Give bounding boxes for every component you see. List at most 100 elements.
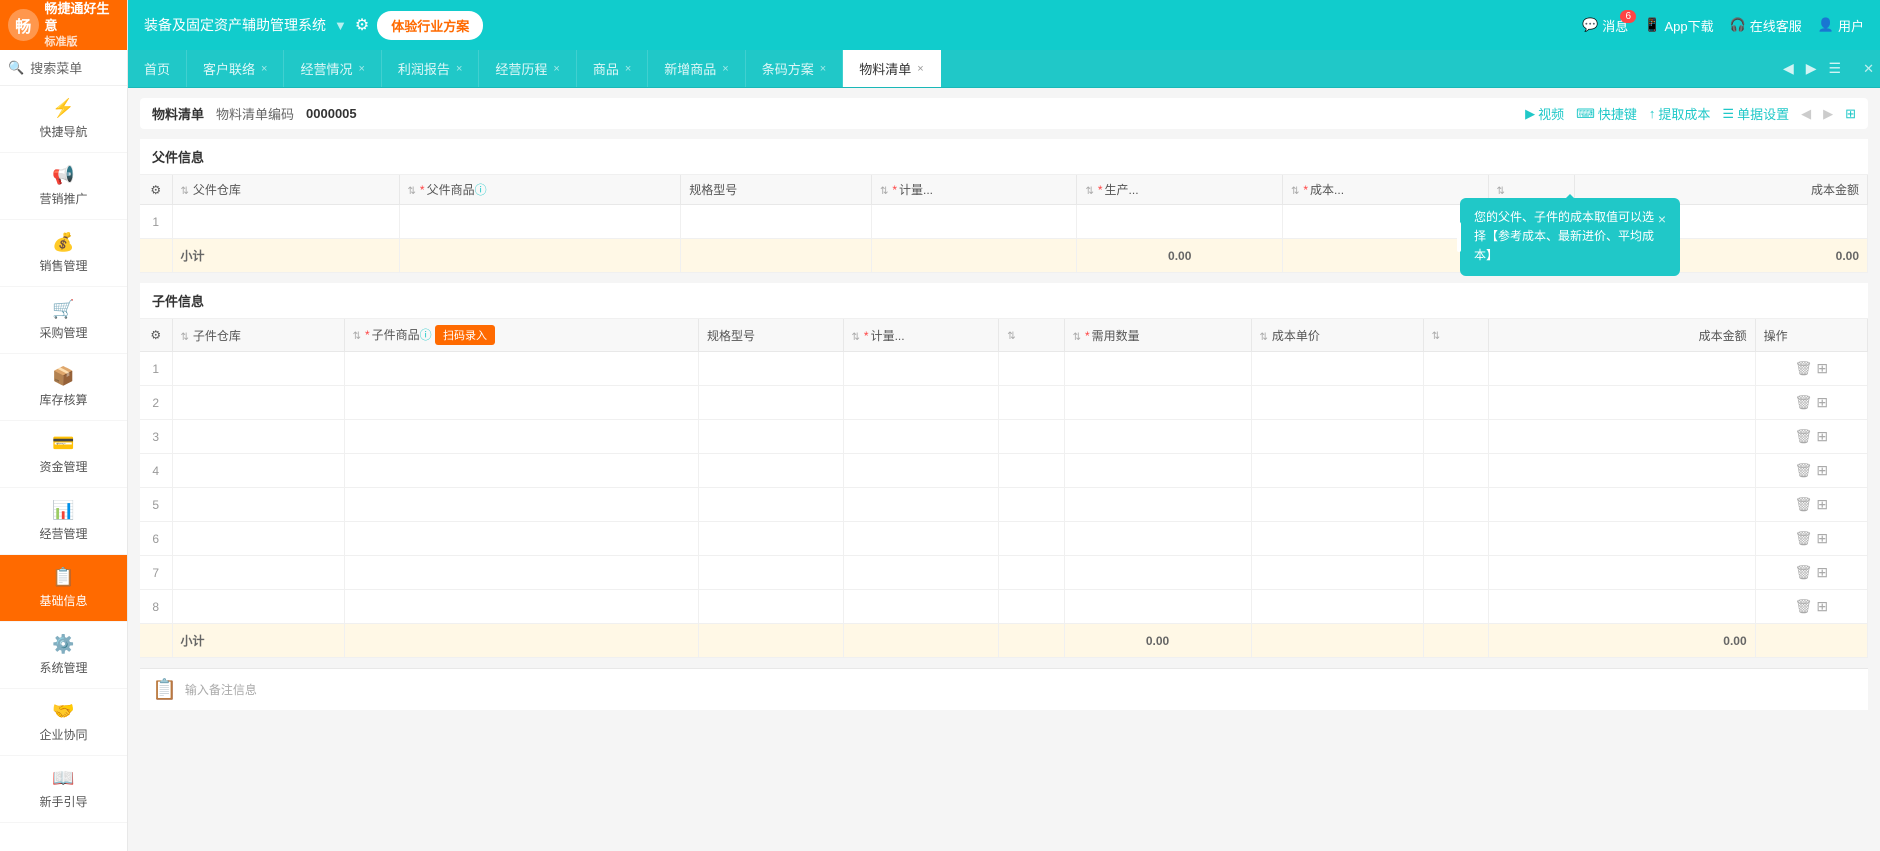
child-row-1-warehouse[interactable]: [172, 352, 344, 386]
tab-new-goods[interactable]: 新增商品 ×: [648, 50, 745, 87]
th-child-qty: ⇅*需用数量: [1064, 319, 1251, 352]
parent-row-1-warehouse[interactable]: [172, 205, 399, 239]
tab-history[interactable]: 经营历程 ×: [479, 50, 576, 87]
copy-icon[interactable]: ⊞: [1816, 360, 1828, 377]
extract-icon: ↑: [1649, 106, 1656, 121]
child-row-1-spec[interactable]: [698, 352, 843, 386]
online-service-label: 在线客服: [1750, 16, 1802, 35]
message-group[interactable]: 💬 消息 6: [1582, 16, 1628, 35]
copy-icon-6[interactable]: ⊞: [1816, 530, 1828, 547]
delete-icon[interactable]: 🗑: [1795, 360, 1813, 377]
delete-icon-3[interactable]: 🗑: [1795, 428, 1813, 445]
th-child-warehouse: ⇅子件仓库: [172, 319, 344, 352]
sidebar-item-purchase[interactable]: 🛒 采购管理: [0, 287, 127, 354]
scan-button[interactable]: 扫码录入: [435, 325, 495, 345]
child-row-1-cost-extra[interactable]: [1423, 352, 1488, 386]
child-row-1-unit-cost[interactable]: [1251, 352, 1423, 386]
online-service-group[interactable]: 🎧 在线客服: [1730, 16, 1802, 35]
sidebar-item-sales[interactable]: 💰 销售管理: [0, 220, 127, 287]
nav-menu-icon[interactable]: ☰: [1825, 60, 1846, 77]
sales-icon: 💰: [52, 232, 74, 253]
col-settings-icon[interactable]: ⚙: [150, 183, 161, 197]
parent-row-1-spec[interactable]: [681, 205, 872, 239]
breadcrumb-left: 物料清单 物料清单编码 0000005: [152, 104, 357, 123]
parent-section-title: 父件信息: [140, 139, 1868, 175]
tab-profit-close[interactable]: ×: [456, 63, 462, 75]
sidebar-item-basic-info[interactable]: 📋 基础信息: [0, 555, 127, 622]
doc-settings-icon: ☰: [1722, 106, 1734, 122]
tooltip-close-button[interactable]: ×: [1658, 208, 1666, 230]
sidebar-search[interactable]: 🔍 搜索菜单: [0, 50, 127, 86]
sidebar-item-cooperation[interactable]: 🤝 企业协同: [0, 689, 127, 756]
dropdown-arrow-icon[interactable]: ▼: [334, 18, 347, 33]
sidebar-item-quick-nav[interactable]: ⚡ 快捷导航: [0, 86, 127, 153]
tab-customer-close[interactable]: ×: [261, 63, 267, 75]
action-shortcuts[interactable]: ⌨ 快捷键: [1576, 104, 1637, 123]
parent-row-1-num: 1: [140, 205, 172, 239]
tab-goods-close[interactable]: ×: [625, 63, 631, 75]
delete-icon-2[interactable]: 🗑: [1795, 394, 1813, 411]
parent-subtotal-label: 小计: [172, 239, 399, 273]
copy-icon-2[interactable]: ⊞: [1816, 394, 1828, 411]
delete-icon-4[interactable]: 🗑: [1795, 462, 1813, 479]
child-col-settings-icon[interactable]: ⚙: [150, 328, 161, 342]
tab-history-close[interactable]: ×: [553, 63, 559, 75]
copy-icon-4[interactable]: ⊞: [1816, 462, 1828, 479]
main-area: 装备及固定资产辅助管理系统 ▼ ⚙ 体验行业方案 💬 消息 6 📱 App下载 …: [128, 0, 1880, 851]
grid-view-icon[interactable]: ⊞: [1845, 106, 1856, 122]
nav-arrow-left[interactable]: ◀: [1801, 106, 1811, 122]
sidebar-item-system[interactable]: ⚙️ 系统管理: [0, 622, 127, 689]
nav-arrow-right[interactable]: ▶: [1823, 106, 1833, 122]
sidebar-item-inventory[interactable]: 📦 库存核算: [0, 354, 127, 421]
child-table-header: ⚙ ⇅子件仓库 ⇅*子件商品ⓘ 扫码录入 规格型号 ⇅*计量... ⇅ ⇅*需用…: [140, 319, 1868, 352]
copy-icon-8[interactable]: ⊞: [1816, 598, 1828, 615]
child-subtotal-row: 小计 0.00 0.00: [140, 624, 1868, 658]
copy-icon-5[interactable]: ⊞: [1816, 496, 1828, 513]
parent-row-1-goods[interactable]: [399, 205, 681, 239]
cooperation-icon: 🤝: [52, 701, 74, 722]
user-group[interactable]: 👤 用户: [1818, 16, 1864, 35]
sidebar-item-finance[interactable]: 💳 资金管理: [0, 421, 127, 488]
copy-icon-7[interactable]: ⊞: [1816, 564, 1828, 581]
tab-operations[interactable]: 经营情况 ×: [284, 50, 381, 87]
child-row-1-goods[interactable]: [344, 352, 698, 386]
delete-icon-8[interactable]: 🗑: [1795, 598, 1813, 615]
nav-right-arrow[interactable]: ▶: [1802, 60, 1821, 77]
tab-goods[interactable]: 商品 ×: [577, 50, 648, 87]
child-row-1-num: 1: [140, 352, 172, 386]
nav-left-arrow[interactable]: ◀: [1779, 60, 1798, 77]
child-row-1-amount[interactable]: [1488, 352, 1755, 386]
sidebar-item-marketing[interactable]: 📢 营销推广: [0, 153, 127, 220]
tab-new-goods-close[interactable]: ×: [722, 63, 728, 75]
delete-icon-5[interactable]: 🗑: [1795, 496, 1813, 513]
tab-bom[interactable]: 物料清单 ×: [843, 50, 940, 87]
system-icon: ⚙️: [52, 634, 74, 655]
trial-button[interactable]: 体验行业方案: [377, 11, 483, 40]
tab-barcode-close[interactable]: ×: [820, 63, 826, 75]
action-doc-settings[interactable]: ☰ 单据设置: [1722, 104, 1789, 123]
app-download-group[interactable]: 📱 App下载: [1644, 16, 1713, 35]
sidebar-item-guide[interactable]: 📖 新手引导: [0, 756, 127, 823]
tab-home[interactable]: 首页: [128, 50, 187, 87]
tab-operations-close[interactable]: ×: [358, 63, 364, 75]
delete-icon-6[interactable]: 🗑: [1795, 530, 1813, 547]
system-title: 装备及固定资产辅助管理系统: [144, 15, 326, 35]
child-row-1-qty[interactable]: [1064, 352, 1251, 386]
child-row-1-extra[interactable]: [999, 352, 1064, 386]
tab-barcode[interactable]: 条码方案 ×: [746, 50, 843, 87]
settings-icon[interactable]: ⚙: [355, 15, 369, 35]
parent-row-1-unit[interactable]: [871, 205, 1077, 239]
app-download-icon: 📱: [1644, 17, 1660, 33]
copy-icon-3[interactable]: ⊞: [1816, 428, 1828, 445]
sidebar-item-operations[interactable]: 📊 经营管理: [0, 488, 127, 555]
parent-row-1-produce[interactable]: [1077, 205, 1283, 239]
action-extract-cost[interactable]: ↑ 提取成本: [1649, 104, 1711, 123]
tab-customer[interactable]: 客户联络 ×: [187, 50, 284, 87]
tab-bom-close[interactable]: ×: [917, 63, 923, 75]
close-all-tabs[interactable]: ✕: [1857, 61, 1880, 77]
action-video[interactable]: ▶ 视频: [1525, 104, 1564, 123]
child-row-1-unit[interactable]: [843, 352, 999, 386]
tab-profit[interactable]: 利润报告 ×: [382, 50, 479, 87]
delete-icon-7[interactable]: 🗑: [1795, 564, 1813, 581]
th-child-action: 操作: [1755, 319, 1867, 352]
